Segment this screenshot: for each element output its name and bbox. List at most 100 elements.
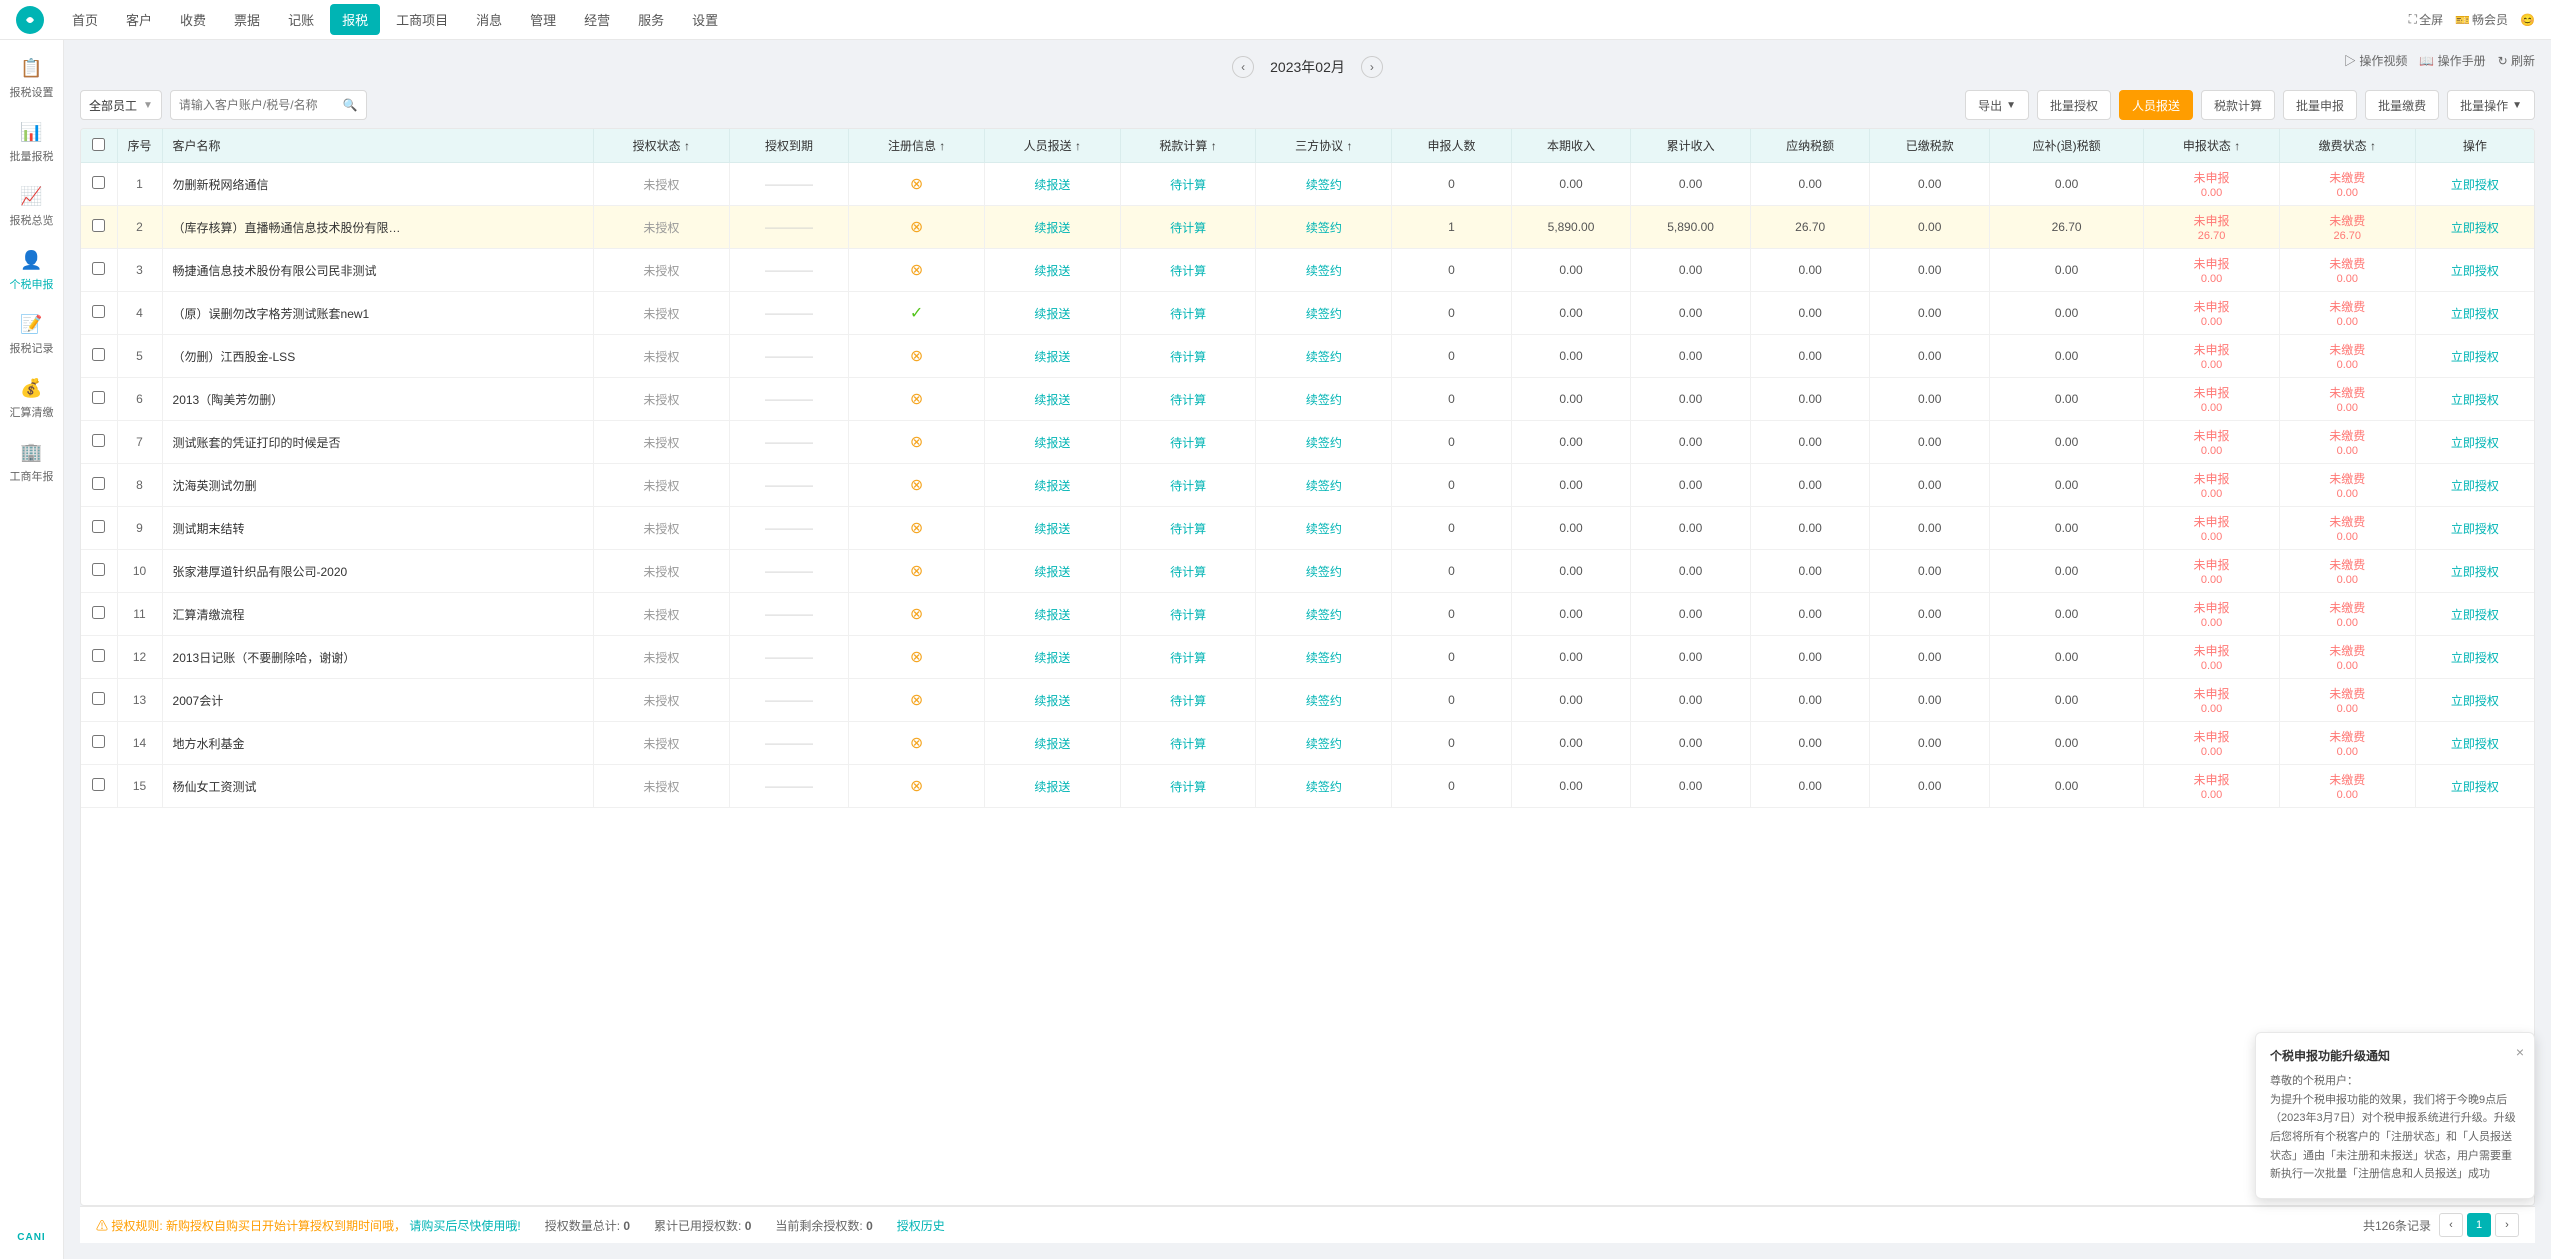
action-link[interactable]: 立即授权 (2451, 608, 2499, 622)
tax-calc-link[interactable]: 待计算 (1170, 479, 1206, 493)
td-checkbox[interactable] (81, 292, 117, 335)
row-checkbox[interactable] (92, 391, 105, 404)
tax-calc-link[interactable]: 待计算 (1170, 694, 1206, 708)
third-party-link[interactable]: 续签约 (1306, 608, 1342, 622)
row-checkbox[interactable] (92, 606, 105, 619)
third-party-link[interactable]: 续签约 (1306, 479, 1342, 493)
personnel-report-link[interactable]: 续报送 (1034, 522, 1070, 536)
third-party-link[interactable]: 续签约 (1306, 780, 1342, 794)
personnel-report-link[interactable]: 续报送 (1034, 307, 1070, 321)
third-party-link[interactable]: 续签约 (1306, 436, 1342, 450)
nav-tax[interactable]: 报税 (330, 4, 380, 35)
third-party-link[interactable]: 续签约 (1306, 651, 1342, 665)
th-report-status[interactable]: 申报状态 ↑ (2144, 129, 2280, 163)
th-third-party[interactable]: 三方协议 ↑ (1256, 129, 1392, 163)
tax-calc-link[interactable]: 待计算 (1170, 221, 1206, 235)
tax-calc-link[interactable]: 待计算 (1170, 651, 1206, 665)
row-checkbox[interactable] (92, 176, 105, 189)
row-checkbox[interactable] (92, 520, 105, 533)
td-checkbox[interactable] (81, 679, 117, 722)
next-month-btn[interactable]: › (1361, 56, 1383, 78)
action-link[interactable]: 立即授权 (2451, 565, 2499, 579)
td-checkbox[interactable] (81, 421, 117, 464)
third-party-link[interactable]: 续签约 (1306, 350, 1342, 364)
action-link[interactable]: 立即授权 (2451, 737, 2499, 751)
personnel-report-link[interactable]: 续报送 (1034, 737, 1070, 751)
nav-business[interactable]: 工商项目 (384, 4, 460, 35)
nav-bookkeeping[interactable]: 记账 (276, 4, 326, 35)
nav-fee[interactable]: 收费 (168, 4, 218, 35)
select-all-checkbox[interactable] (92, 138, 105, 151)
action-link[interactable]: 立即授权 (2451, 522, 2499, 536)
td-checkbox[interactable] (81, 206, 117, 249)
sidebar-item-tax-overview[interactable]: 📈 报税总览 (4, 176, 60, 236)
personnel-report-link[interactable]: 续报送 (1034, 264, 1070, 278)
td-checkbox[interactable] (81, 593, 117, 636)
refresh-btn[interactable]: ↻ 刷新 (2498, 52, 2535, 69)
row-checkbox[interactable] (92, 348, 105, 361)
batch-pay-btn[interactable]: 批量缴费 (2365, 90, 2439, 120)
personnel-report-link[interactable]: 续报送 (1034, 178, 1070, 192)
tax-calc-link[interactable]: 待计算 (1170, 737, 1206, 751)
action-link[interactable]: 立即授权 (2451, 479, 2499, 493)
personnel-report-link[interactable]: 续报送 (1034, 479, 1070, 493)
sidebar-item-annual-report[interactable]: 🏢 工商年报 (4, 432, 60, 492)
search-input[interactable] (179, 98, 339, 112)
next-page-btn[interactable]: › (2495, 1213, 2519, 1237)
batch-report-btn[interactable]: 批量申报 (2283, 90, 2357, 120)
tax-calc-link[interactable]: 待计算 (1170, 393, 1206, 407)
sidebar-item-batch-tax[interactable]: 📊 批量报税 (4, 112, 60, 172)
row-checkbox[interactable] (92, 735, 105, 748)
td-checkbox[interactable] (81, 249, 117, 292)
personnel-report-link[interactable]: 续报送 (1034, 436, 1070, 450)
search-icon[interactable]: 🔍 (343, 98, 358, 112)
action-link[interactable]: 立即授权 (2451, 307, 2499, 321)
nav-manage[interactable]: 管理 (518, 4, 568, 35)
tax-calc-link[interactable]: 待计算 (1170, 608, 1206, 622)
nav-home[interactable]: 首页 (60, 4, 110, 35)
row-checkbox[interactable] (92, 649, 105, 662)
td-checkbox[interactable] (81, 636, 117, 679)
action-link[interactable]: 立即授权 (2451, 780, 2499, 794)
third-party-link[interactable]: 续签约 (1306, 522, 1342, 536)
personnel-report-link[interactable]: 续报送 (1034, 694, 1070, 708)
third-party-link[interactable]: 续签约 (1306, 178, 1342, 192)
row-checkbox[interactable] (92, 477, 105, 490)
user-avatar[interactable]: 😊 (2520, 13, 2535, 27)
personnel-report-link[interactable]: 续报送 (1034, 350, 1070, 364)
auth-history-link[interactable]: 授权历史 (897, 1217, 945, 1234)
operation-video-link[interactable]: ▷ 操作视频 (2344, 52, 2407, 69)
personnel-report-link[interactable]: 续报送 (1034, 393, 1070, 407)
personnel-report-link[interactable]: 续报送 (1034, 780, 1070, 794)
tax-calc-link[interactable]: 待计算 (1170, 436, 1206, 450)
td-checkbox[interactable] (81, 464, 117, 507)
th-personnel-report[interactable]: 人员报送 ↑ (984, 129, 1120, 163)
nav-customer[interactable]: 客户 (114, 4, 164, 35)
tax-calc-link[interactable]: 待计算 (1170, 350, 1206, 364)
row-checkbox[interactable] (92, 434, 105, 447)
td-checkbox[interactable] (81, 507, 117, 550)
row-checkbox[interactable] (92, 778, 105, 791)
auth-purchase-link[interactable]: 请购买后尽快使用哦! (409, 1219, 520, 1233)
personnel-report-link[interactable]: 续报送 (1034, 651, 1070, 665)
action-link[interactable]: 立即授权 (2451, 651, 2499, 665)
tax-calc-link[interactable]: 待计算 (1170, 178, 1206, 192)
tax-calc-link[interactable]: 待计算 (1170, 522, 1206, 536)
th-reg-info[interactable]: 注册信息 ↑ (849, 129, 985, 163)
operation-manual-link[interactable]: 📖 操作手册 (2419, 52, 2485, 69)
third-party-link[interactable]: 续签约 (1306, 694, 1342, 708)
tax-calc-link[interactable]: 待计算 (1170, 264, 1206, 278)
td-checkbox[interactable] (81, 722, 117, 765)
td-checkbox[interactable] (81, 378, 117, 421)
th-pay-status[interactable]: 缴费状态 ↑ (2279, 129, 2415, 163)
row-checkbox[interactable] (92, 262, 105, 275)
export-btn[interactable]: 导出 ▼ (1965, 90, 2029, 120)
tax-calc-link[interactable]: 待计算 (1170, 780, 1206, 794)
third-party-link[interactable]: 续签约 (1306, 307, 1342, 321)
popup-close-btn[interactable]: × (2516, 1041, 2524, 1063)
tax-calc-btn[interactable]: 税款计算 (2201, 90, 2275, 120)
third-party-link[interactable]: 续签约 (1306, 264, 1342, 278)
action-link[interactable]: 立即授权 (2451, 393, 2499, 407)
th-auth-status[interactable]: 授权状态 ↑ (593, 129, 729, 163)
personnel-report-link[interactable]: 续报送 (1034, 608, 1070, 622)
